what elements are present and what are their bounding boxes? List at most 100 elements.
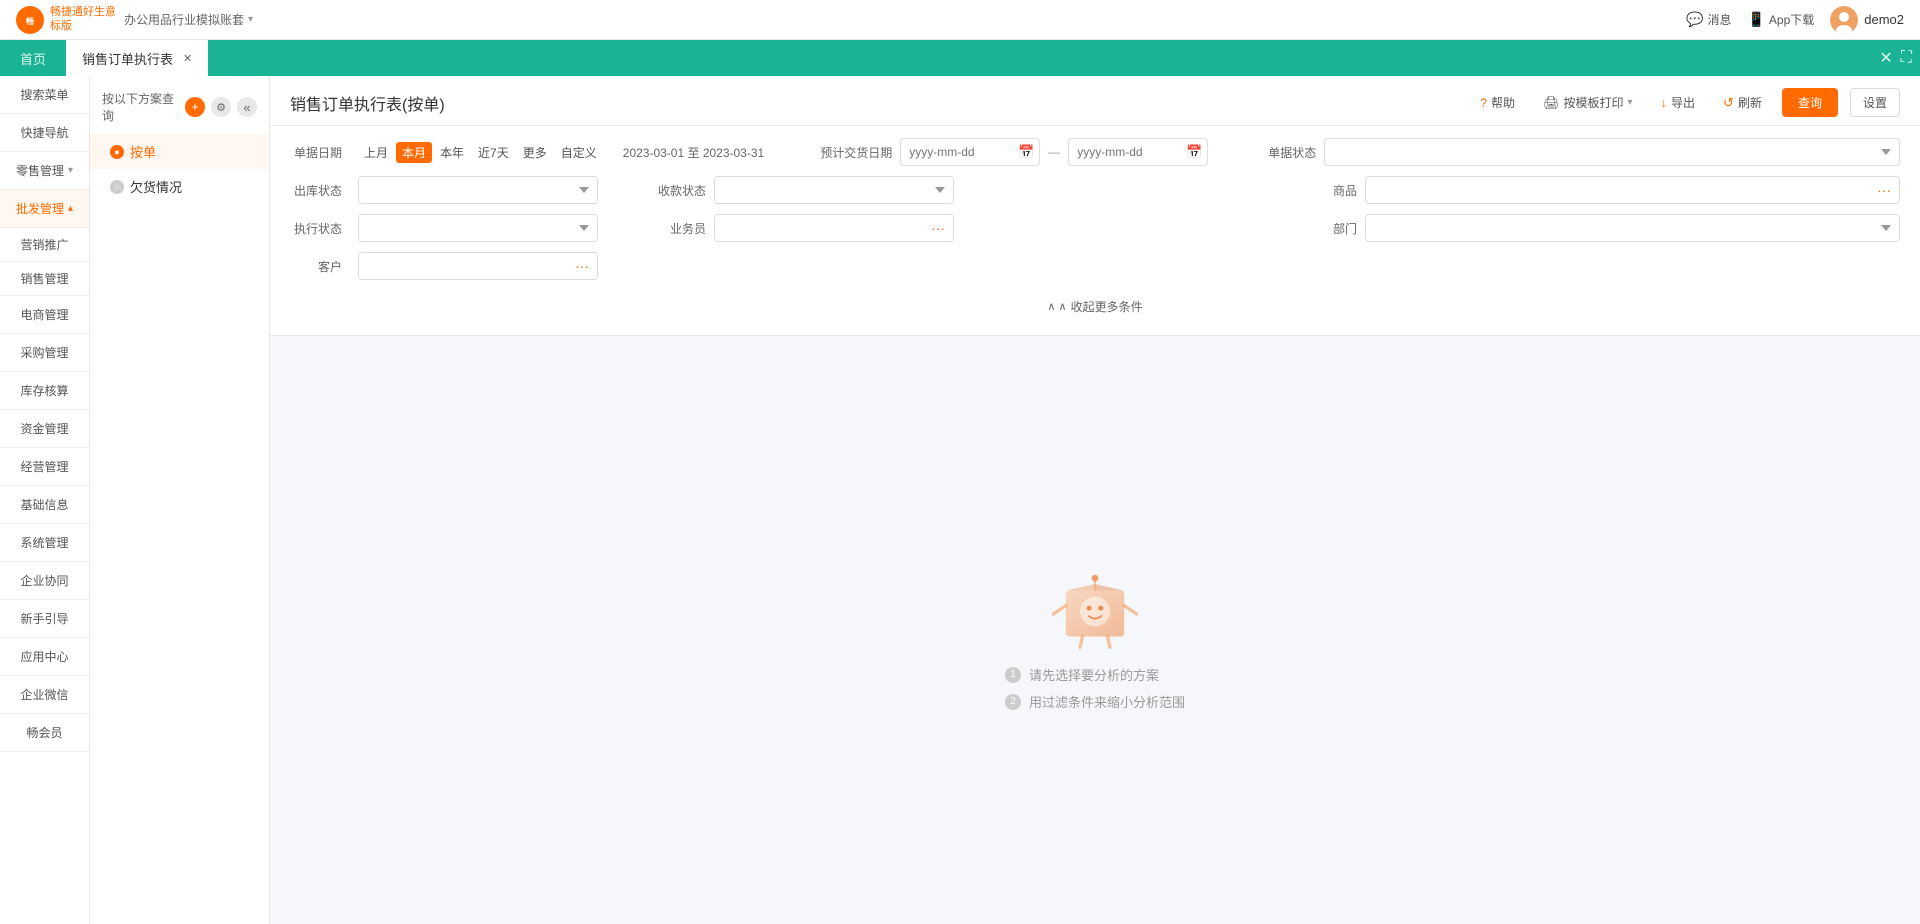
- print-icon: 🖨: [1543, 95, 1560, 111]
- dept-select[interactable]: [1365, 214, 1900, 242]
- page-actions: ? 帮助 🖨 按模板打印 ▾ ↓ 导出 ↺ 刷新: [1472, 88, 1900, 117]
- empty-tip-2: 2 用过滤条件来缩小分析范围: [1005, 692, 1185, 711]
- sidebar-item-marketing[interactable]: 营销推广: [0, 228, 89, 262]
- salesperson-input-wrap: ···: [714, 214, 954, 242]
- nav-item-by-order[interactable]: ● 按单: [90, 134, 269, 169]
- empty-state: 1 请先选择要分析的方案 2 用过滤条件来缩小分析范围: [270, 336, 1920, 924]
- settings-scheme-btn[interactable]: ⚙: [211, 97, 231, 117]
- sidebar: 搜索菜单 快捷导航 零售管理 ▾ 批发管理 ▴ 营销推广 销售管理 电商管理 采…: [0, 76, 90, 924]
- calendar-to-icon[interactable]: 📅: [1186, 144, 1202, 160]
- delivery-status-label: 出库状态: [290, 182, 342, 199]
- calendar-from-icon[interactable]: 📅: [1018, 144, 1034, 160]
- exec-status-select[interactable]: [358, 214, 598, 242]
- left-panel-title: 按以下方案查询: [102, 90, 185, 124]
- sidebar-item-basic-info[interactable]: 基础信息: [0, 486, 89, 524]
- app-download-btn[interactable]: 📱 App下载: [1747, 11, 1814, 28]
- query-btn[interactable]: 查询: [1782, 88, 1838, 117]
- sidebar-item-quick-nav[interactable]: 快捷导航: [0, 114, 89, 152]
- help-icon: ?: [1480, 96, 1487, 110]
- message-icon: 💬: [1686, 11, 1703, 28]
- sidebar-item-retail-mgmt[interactable]: 零售管理 ▾: [0, 152, 89, 190]
- expected-delivery-group: 预计交货日期 📅 — 📅: [820, 138, 1208, 166]
- app-download-icon: 📱: [1747, 11, 1764, 28]
- sidebar-item-enterprise-wechat[interactable]: 企业微信: [0, 676, 89, 714]
- customer-more-btn[interactable]: ···: [575, 258, 589, 274]
- collapse-bar[interactable]: ∧ ∧ 收起更多条件: [290, 290, 1900, 323]
- print-btn[interactable]: 🖨 按模板打印 ▾: [1535, 90, 1641, 115]
- date-from-wrap: 📅: [900, 138, 1040, 166]
- tab-bar-actions: ✕ ⛶: [1879, 48, 1920, 68]
- tab-home[interactable]: 首页: [0, 40, 66, 76]
- nav-item-shortage[interactable]: ○ 欠货情况: [90, 169, 269, 204]
- sidebar-item-app-center[interactable]: 应用中心: [0, 638, 89, 676]
- message-btn[interactable]: 💬 消息: [1686, 11, 1731, 28]
- collapse-panel-btn[interactable]: «: [237, 97, 257, 117]
- sidebar-item-funds[interactable]: 资金管理: [0, 410, 89, 448]
- date-range-display: 2023-03-01 至 2023-03-31: [623, 144, 764, 161]
- goods-input[interactable]: [1374, 183, 1877, 197]
- sidebar-item-wholesale-mgmt[interactable]: 批发管理 ▴: [0, 190, 89, 228]
- filter-row-1: 单据日期 上月 本月 本年 近7天 更多 自定义 2023-03-01 至 20…: [290, 138, 1900, 166]
- tip-num-2: 2: [1005, 694, 1021, 710]
- salesperson-more-btn[interactable]: ···: [931, 220, 945, 236]
- sidebar-item-search-menu[interactable]: 搜索菜单: [0, 76, 89, 114]
- customer-input-wrap: ···: [358, 252, 598, 280]
- svg-text:畅: 畅: [26, 16, 34, 26]
- sidebar-item-member[interactable]: 畅会员: [0, 714, 89, 752]
- page-header: 销售订单执行表(按单) ? 帮助 🖨 按模板打印 ▾ ↓ 导出: [270, 76, 1920, 126]
- left-panel-actions: + ⚙ «: [185, 97, 257, 117]
- customer-input[interactable]: [367, 259, 575, 273]
- payment-status-wrap: [714, 176, 954, 204]
- salesperson-group: 业务员 ···: [654, 214, 1249, 242]
- left-panel-header: 按以下方案查询 + ⚙ «: [90, 84, 269, 130]
- sidebar-item-new-guide[interactable]: 新手引导: [0, 600, 89, 638]
- order-status-select[interactable]: [1324, 138, 1900, 166]
- salesperson-input[interactable]: [723, 221, 931, 235]
- nav-dot-inactive: ○: [110, 180, 124, 194]
- order-status-wrap: [1324, 138, 1900, 166]
- header-left: 畅 畅捷通好生意 标版 办公用品行业模拟账套 ▾: [16, 6, 253, 34]
- sidebar-item-system[interactable]: 系统管理: [0, 524, 89, 562]
- filter-row-2: 出库状态 收款状态 商品 ···: [290, 176, 1900, 204]
- shortcut-last-month[interactable]: 上月: [358, 142, 394, 163]
- exec-status-wrap: [358, 214, 598, 242]
- page-title: 销售订单执行表(按单): [290, 91, 445, 115]
- tab-close-all-btn[interactable]: ✕: [1879, 48, 1892, 68]
- date-label: 单据日期: [290, 144, 342, 161]
- shortcut-this-month[interactable]: 本月: [396, 142, 432, 163]
- sidebar-item-sales-mgmt[interactable]: 销售管理: [0, 262, 89, 296]
- expected-delivery-label: 预计交货日期: [820, 144, 892, 161]
- sidebar-item-inventory[interactable]: 库存核算: [0, 372, 89, 410]
- right-panel: 销售订单执行表(按单) ? 帮助 🖨 按模板打印 ▾ ↓ 导出: [270, 76, 1920, 924]
- filter-row-3: 执行状态 业务员 ··· 部门: [290, 214, 1900, 242]
- delivery-status-select[interactable]: [358, 176, 598, 204]
- shortcut-custom[interactable]: 自定义: [555, 142, 603, 163]
- date-to-wrap: 📅: [1068, 138, 1208, 166]
- tab-sales-order-exec[interactable]: 销售订单执行表 ✕: [66, 40, 208, 76]
- sidebar-item-ecommerce[interactable]: 电商管理: [0, 296, 89, 334]
- help-btn[interactable]: ? 帮助: [1472, 90, 1523, 115]
- sidebar-item-purchase[interactable]: 采购管理: [0, 334, 89, 372]
- exec-status-label: 执行状态: [290, 220, 342, 237]
- salesperson-label: 业务员: [654, 220, 706, 237]
- refresh-btn[interactable]: ↺ 刷新: [1715, 90, 1770, 115]
- shortcut-more[interactable]: 更多: [517, 142, 553, 163]
- settings-btn[interactable]: 设置: [1850, 88, 1900, 117]
- export-btn[interactable]: ↓ 导出: [1653, 90, 1704, 115]
- add-scheme-btn[interactable]: +: [185, 97, 205, 117]
- shortcut-last-7[interactable]: 近7天: [472, 142, 515, 163]
- left-panel: 按以下方案查询 + ⚙ « ● 按单 ○ 欠货情况: [90, 76, 270, 924]
- collapse-up-icon: ∧ ∧: [1047, 300, 1066, 313]
- sidebar-item-enterprise-collab[interactable]: 企业协同: [0, 562, 89, 600]
- top-header: 畅 畅捷通好生意 标版 办公用品行业模拟账套 ▾ 💬 消息 📱 App下载 de…: [0, 0, 1920, 40]
- main-layout: 搜索菜单 快捷导航 零售管理 ▾ 批发管理 ▴ 营销推广 销售管理 电商管理 采…: [0, 76, 1920, 924]
- payment-status-select[interactable]: [714, 176, 954, 204]
- tab-fullscreen-btn[interactable]: ⛶: [1901, 49, 1912, 67]
- breadcrumb[interactable]: 办公用品行业模拟账套 ▾: [124, 11, 253, 28]
- goods-more-btn[interactable]: ···: [1877, 182, 1891, 198]
- user-area[interactable]: demo2: [1830, 6, 1904, 34]
- nav-dot-active: ●: [110, 145, 124, 159]
- sidebar-item-operations[interactable]: 经营管理: [0, 448, 89, 486]
- tab-close-icon[interactable]: ✕: [183, 52, 192, 65]
- shortcut-this-year[interactable]: 本年: [434, 142, 470, 163]
